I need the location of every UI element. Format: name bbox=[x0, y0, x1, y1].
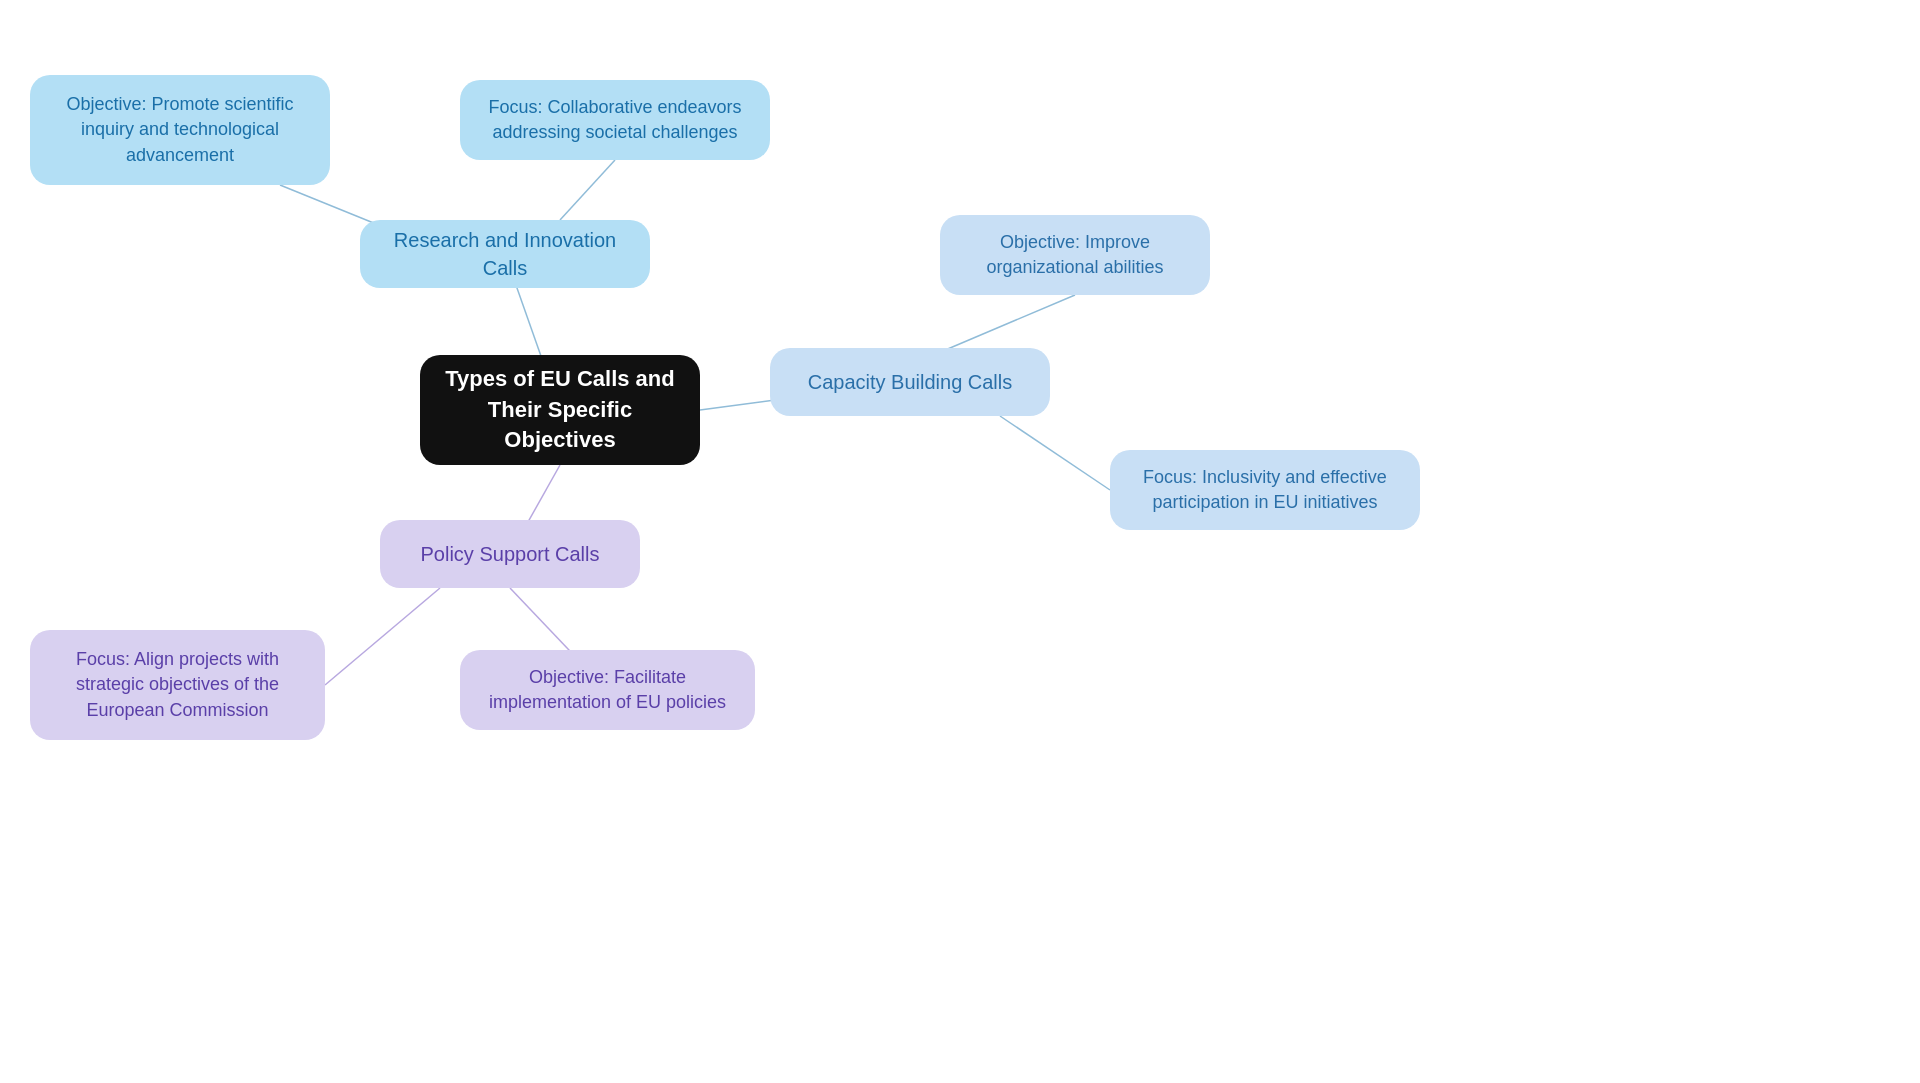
policy-label: Policy Support Calls bbox=[421, 540, 600, 568]
improve-label: Objective: Improve organizational abilit… bbox=[960, 230, 1190, 280]
center-node: Research and Innovation Calls Types of E… bbox=[420, 355, 700, 465]
align-node: Focus: Align projects with strategic obj… bbox=[30, 630, 325, 740]
policy-node: Policy Support Calls bbox=[380, 520, 640, 588]
collaborative-label: Focus: Collaborative endeavors addressin… bbox=[480, 95, 750, 145]
svg-line-7 bbox=[325, 588, 440, 685]
inclusivity-node: Focus: Inclusivity and effective partici… bbox=[1110, 450, 1420, 530]
facilitate-node: Objective: Facilitate implementation of … bbox=[460, 650, 755, 730]
diagram-container: Research and Innovation Calls Types of E… bbox=[0, 0, 1920, 1083]
improve-node: Objective: Improve organizational abilit… bbox=[940, 215, 1210, 295]
facilitate-label: Objective: Facilitate implementation of … bbox=[480, 665, 735, 715]
research-label: Research and Innovation Calls bbox=[380, 226, 630, 282]
center-text: Types of EU Calls and Their Specific Obj… bbox=[440, 364, 680, 456]
inclusivity-label: Focus: Inclusivity and effective partici… bbox=[1130, 465, 1400, 515]
promote-label: Objective: Promote scientific inquiry an… bbox=[50, 92, 310, 168]
svg-line-5 bbox=[1000, 416, 1110, 490]
svg-line-2 bbox=[560, 160, 615, 220]
capacity-node: Capacity Building Calls bbox=[770, 348, 1050, 416]
promote-node: Objective: Promote scientific inquiry an… bbox=[30, 75, 330, 185]
research-innovation-node: Research and Innovation Calls bbox=[360, 220, 650, 288]
capacity-label: Capacity Building Calls bbox=[808, 368, 1013, 396]
align-label: Focus: Align projects with strategic obj… bbox=[50, 647, 305, 723]
collaborative-node: Focus: Collaborative endeavors addressin… bbox=[460, 80, 770, 160]
